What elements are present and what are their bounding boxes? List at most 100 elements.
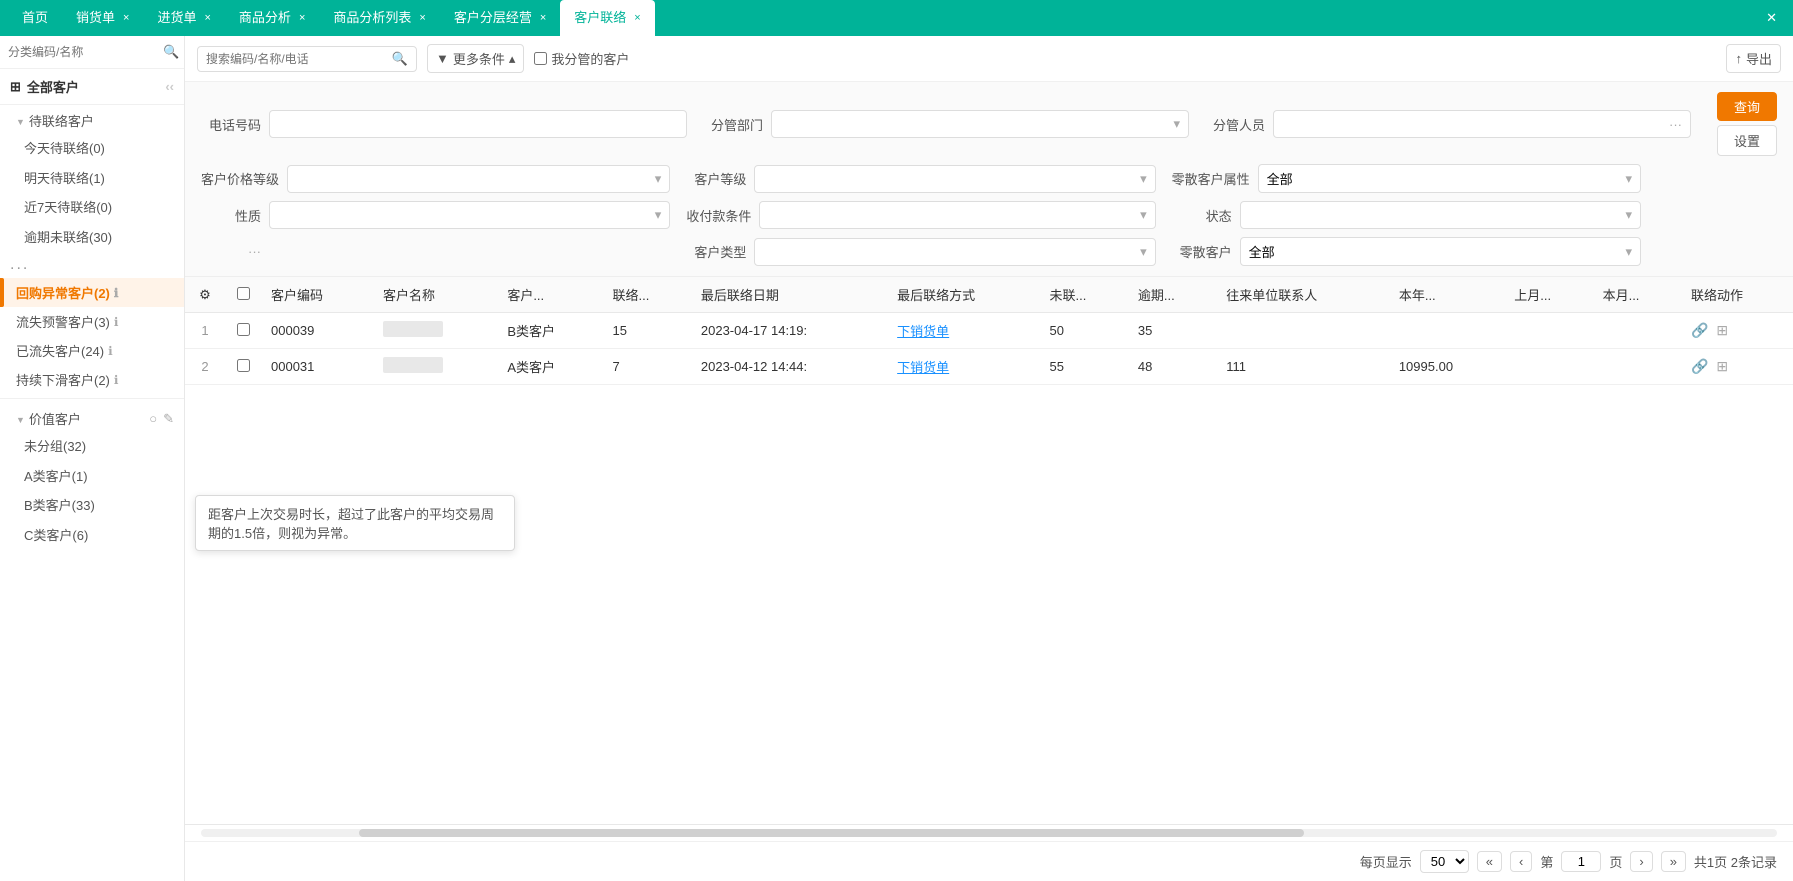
sidebar-item-continuous-down[interactable]: 持续下滑客户(2) ℹ xyxy=(0,365,184,394)
price-level-chevron xyxy=(655,171,662,187)
more-placeholder-label: ··· xyxy=(201,244,261,259)
chevron-up-icon: ▴ xyxy=(509,51,516,67)
payment-select[interactable] xyxy=(759,201,1155,229)
my-customers-check[interactable] xyxy=(534,52,547,65)
scatter-customer-chevron xyxy=(1625,244,1632,260)
row1-check[interactable] xyxy=(237,323,250,336)
col-name-header: 客户名称 xyxy=(373,277,497,313)
status-select[interactable] xyxy=(1240,201,1641,229)
sidebar-pending-contact[interactable]: 待联络客户 xyxy=(0,105,184,134)
prev-page-btn[interactable]: ‹ xyxy=(1510,851,1532,872)
scrollbar-thumb[interactable] xyxy=(359,829,1305,837)
query-button[interactable]: 查询 xyxy=(1717,92,1777,121)
export-button[interactable]: ↑ 导出 xyxy=(1726,44,1781,73)
col-checkbox-header[interactable] xyxy=(225,277,261,313)
row2-overdue: 48 xyxy=(1128,349,1216,385)
value-customer-edit-icon[interactable]: ✎ xyxy=(163,411,174,427)
nav-close-sales[interactable]: × xyxy=(123,0,129,36)
nav-item-analysis-list[interactable]: 商品分析列表 × xyxy=(319,0,439,36)
row2-contact-icon[interactable]: 🔗 xyxy=(1691,358,1708,375)
search-input[interactable] xyxy=(206,52,392,66)
row2-name xyxy=(373,349,497,385)
next-page-btn[interactable]: › xyxy=(1630,851,1652,872)
sidebar-item-ungroup[interactable]: 未分组(32) xyxy=(0,432,184,462)
filter-scatter-customer: 零散客户 全部 xyxy=(1172,237,1641,266)
row2-not-contact: 55 xyxy=(1040,349,1128,385)
nav-item-purchase[interactable]: 进货单 × xyxy=(143,0,224,36)
sidebar-item-abnormal[interactable]: 回购异常客户(2) ℹ xyxy=(0,278,184,307)
page-size-select[interactable]: 50 xyxy=(1420,850,1469,873)
nav-item-customer-layer[interactable]: 客户分层经营 × xyxy=(440,0,560,36)
nav-item-customer-contact[interactable]: 客户联络 × xyxy=(560,0,654,36)
window-close-button[interactable]: ✕ xyxy=(1758,6,1785,30)
search-box[interactable]: 🔍 xyxy=(197,46,417,72)
nav-close-analysis-list[interactable]: × xyxy=(419,0,425,36)
nav-close-analysis[interactable]: × xyxy=(299,0,305,36)
filter-more: ··· xyxy=(201,244,670,259)
row1-action: 🔗 ⊞ xyxy=(1681,313,1793,349)
scatter-attr-select[interactable]: 全部 xyxy=(1258,164,1641,193)
nav-label-analysis: 商品分析 xyxy=(239,0,291,36)
filter-row-2: 客户价格等级 客户等级 零散客户属性 xyxy=(201,164,1777,193)
row1-checkbox[interactable] xyxy=(225,313,261,349)
sidebar-item-lost[interactable]: 已流失客户(24) ℹ xyxy=(0,336,184,365)
sidebar-all-customers[interactable]: ⊞ 全部客户 ‹‹ xyxy=(0,69,184,105)
sidebar-item-lost-pre[interactable]: 流失预警客户(3) ℹ xyxy=(0,307,184,336)
sidebar-search-icon[interactable]: 🔍 xyxy=(163,44,179,60)
nature-select[interactable] xyxy=(269,201,670,229)
col-settings[interactable]: ⚙ xyxy=(185,277,225,313)
sidebar-item-tomorrow[interactable]: 明天待联络(1) xyxy=(0,164,184,194)
page-input[interactable] xyxy=(1561,851,1601,872)
row2-last-method[interactable]: 下销货单 xyxy=(887,349,1039,385)
sidebar-item-c-class[interactable]: C类客户(6) xyxy=(0,521,184,551)
sidebar-item-a-class[interactable]: A类客户(1) xyxy=(0,462,184,492)
horizontal-scrollbar[interactable] xyxy=(201,829,1777,837)
last-page-btn[interactable]: » xyxy=(1661,851,1686,872)
lost-pre-info-icon[interactable]: ℹ xyxy=(114,315,119,329)
phone-input[interactable] xyxy=(269,110,687,138)
nav-close-purchase[interactable]: × xyxy=(204,0,210,36)
row2-more-icon[interactable]: ⊞ xyxy=(1716,358,1728,375)
nav-close-customer-contact[interactable]: × xyxy=(634,0,640,36)
collapse-icon[interactable]: ‹‹ xyxy=(165,79,174,94)
nature-chevron xyxy=(655,207,662,223)
nav-item-sales[interactable]: 销货单 × xyxy=(62,0,143,36)
sidebar-item-7days[interactable]: 近7天待联络(0) xyxy=(0,193,184,223)
select-all-checkbox[interactable] xyxy=(237,287,250,300)
customer-level-select[interactable] xyxy=(754,165,1155,193)
row1-contact-icon[interactable]: 🔗 xyxy=(1691,322,1708,339)
scatter-customer-value: 全部 xyxy=(1249,242,1275,261)
col-type-header: 客户... xyxy=(497,277,602,313)
sidebar-item-b-class[interactable]: B类客户(33) xyxy=(0,491,184,521)
row2-check[interactable] xyxy=(237,359,250,372)
sidebar-value-customers[interactable]: 价值客户 ○ ✎ xyxy=(0,403,184,432)
row1-last-method[interactable]: 下销货单 xyxy=(887,313,1039,349)
row1-last-month xyxy=(1504,313,1592,349)
lost-info-icon[interactable]: ℹ xyxy=(108,344,113,358)
manager-select[interactable]: ··· xyxy=(1273,110,1691,138)
price-level-select[interactable] xyxy=(287,165,670,193)
abnormal-info-icon[interactable]: ℹ xyxy=(114,286,119,300)
nav-item-analysis[interactable]: 商品分析 × xyxy=(225,0,319,36)
phone-label: 电话号码 xyxy=(201,115,261,134)
col-contact-header: 联络... xyxy=(603,277,691,313)
nav-close-customer-layer[interactable]: × xyxy=(540,0,546,36)
my-customers-checkbox[interactable]: 我分管的客户 xyxy=(534,49,629,68)
b-class-label: B类客户(33) xyxy=(24,498,95,513)
row2-checkbox[interactable] xyxy=(225,349,261,385)
sidebar-item-overdue[interactable]: 逾期未联络(30) xyxy=(0,223,184,253)
value-customer-more[interactable]: ○ xyxy=(149,411,157,427)
continuous-down-info-icon[interactable]: ℹ xyxy=(114,373,119,387)
more-conditions-btn[interactable]: ▼ 更多条件 ▴ xyxy=(427,44,524,73)
sidebar-search-input[interactable] xyxy=(8,45,163,59)
more-label[interactable]: ... xyxy=(10,256,29,274)
sidebar-item-today[interactable]: 今天待联络(0) xyxy=(0,134,184,164)
search-icon[interactable]: 🔍 xyxy=(392,51,408,67)
customer-type-select[interactable] xyxy=(754,238,1155,266)
first-page-btn[interactable]: « xyxy=(1477,851,1502,872)
row1-more-icon[interactable]: ⊞ xyxy=(1716,322,1728,339)
settings-button[interactable]: 设置 xyxy=(1717,125,1777,156)
scatter-customer-select[interactable]: 全部 xyxy=(1240,237,1641,266)
dept-select[interactable] xyxy=(771,110,1189,138)
nav-item-home[interactable]: 首页 xyxy=(8,0,62,36)
